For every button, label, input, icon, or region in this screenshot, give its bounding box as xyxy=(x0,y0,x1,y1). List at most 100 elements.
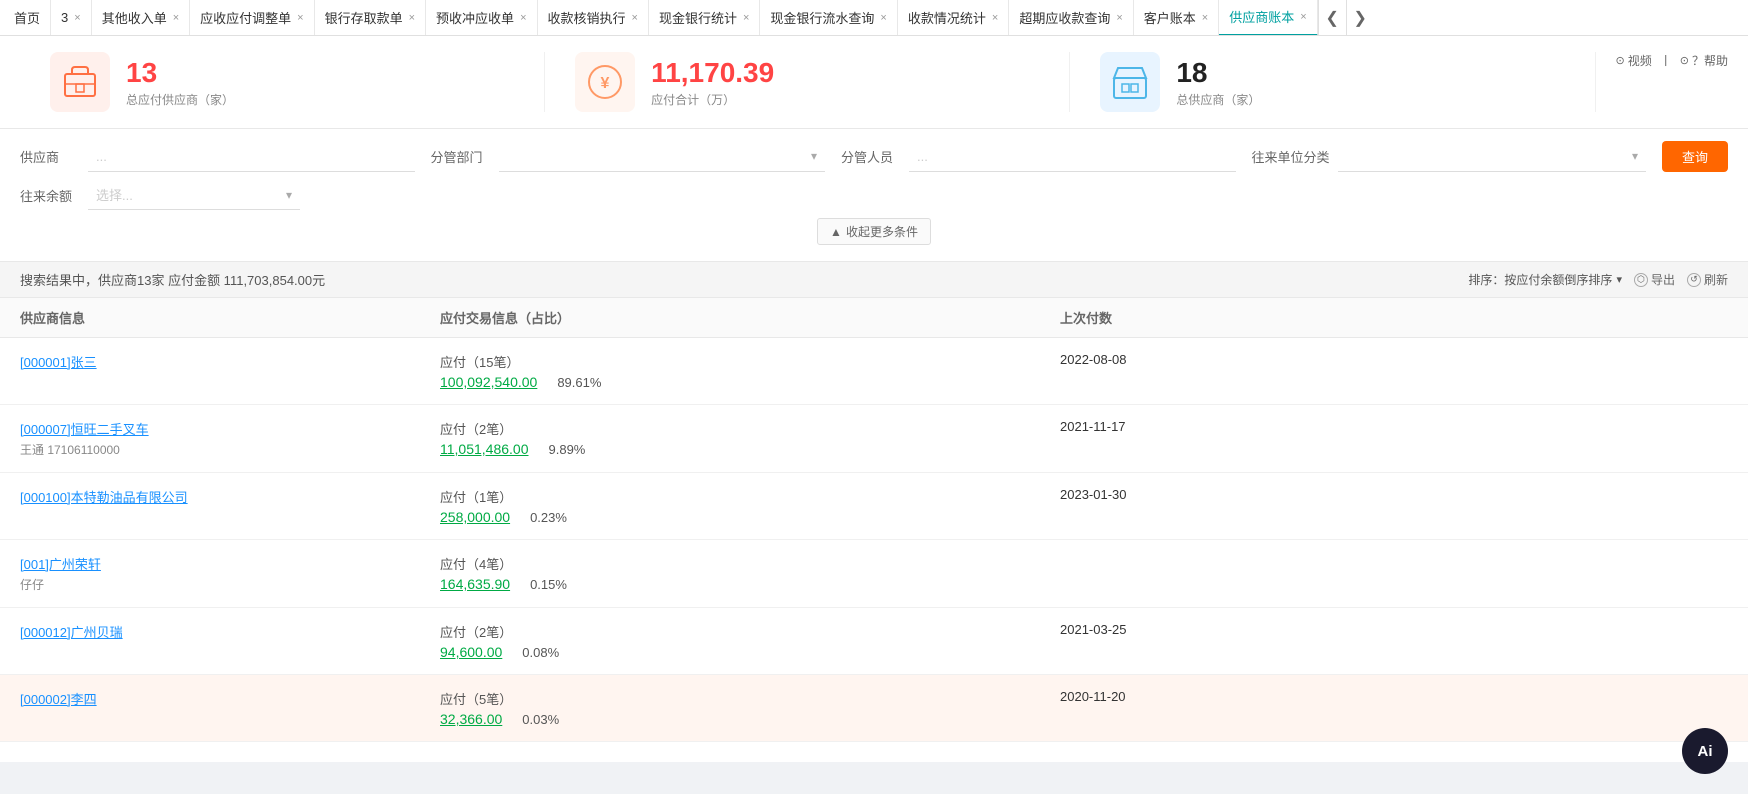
tab-cash-bank-flow[interactable]: 现金银行流水查询 × xyxy=(760,0,897,36)
last-pay-date: 2023-01-30 xyxy=(1060,487,1728,502)
trans-amount[interactable]: 258,000.00 xyxy=(440,509,510,525)
supplier-name-link[interactable]: [000012]广州贝瑞 xyxy=(20,622,440,641)
trans-label: 应付（2笔） xyxy=(440,622,1060,641)
nav-prev-arrow[interactable]: ❮ xyxy=(1318,0,1346,36)
trans-pct: 0.08% xyxy=(522,645,559,660)
top-navigation: 首页 3 × 其他收入单 × 应收应付调整单 × 银行存取款单 × 预收冲应收单… xyxy=(0,0,1748,36)
store-icon xyxy=(1100,52,1160,112)
help-link[interactable]: ⊙ ？帮助 xyxy=(1680,52,1728,69)
transaction-info: 应付（1笔） 258,000.00 0.23% xyxy=(440,487,1060,525)
close-icon[interactable]: × xyxy=(297,12,303,24)
trans-amount[interactable]: 32,366.00 xyxy=(440,711,502,727)
supplier-name-link[interactable]: [001]广州荣轩 xyxy=(20,554,440,573)
tab-other-income[interactable]: 其他收入单 × xyxy=(92,0,190,36)
tab-payment-stats[interactable]: 收款情况统计 × xyxy=(898,0,1009,36)
trans-pct: 0.03% xyxy=(522,712,559,727)
query-button[interactable]: 查询 xyxy=(1662,141,1728,172)
summary-section: 13 总应付供应商（家） ¥ 11,170.39 应付合计（万） 1 xyxy=(0,36,1748,129)
close-icon[interactable]: × xyxy=(1202,12,1208,24)
ai-assistant-button[interactable]: Ai xyxy=(1682,728,1728,774)
table-row[interactable]: [000012]广州贝瑞 应付（2笔） 94,600.00 0.08% 2021… xyxy=(0,608,1748,675)
close-icon[interactable]: × xyxy=(632,12,638,24)
video-link[interactable]: ⊙ 视频 xyxy=(1616,52,1652,69)
trans-label: 应付（2笔） xyxy=(440,419,1060,438)
payable-supplier-count: 13 xyxy=(126,56,234,90)
supplier-contact: 仔仔 xyxy=(20,578,44,592)
dept-filter: 分管部门 ▾ xyxy=(431,142,826,172)
filter-section: 供应商 分管部门 ▾ 分管人员 往来单位分类 ▾ 查询 往来余额 选择 xyxy=(0,129,1748,262)
close-icon[interactable]: × xyxy=(520,12,526,24)
tab-overdue-query[interactable]: 超期应收款查询 × xyxy=(1009,0,1133,36)
refresh-button[interactable]: ↺ 刷新 xyxy=(1687,271,1728,288)
person-filter: 分管人员 xyxy=(841,142,1236,172)
close-icon[interactable]: × xyxy=(173,12,179,24)
tab-3[interactable]: 3 × xyxy=(51,0,92,36)
filter-row-1: 供应商 分管部门 ▾ 分管人员 往来单位分类 ▾ 查询 xyxy=(20,141,1728,172)
supplier-filter-input[interactable] xyxy=(88,142,415,172)
trans-pct: 9.89% xyxy=(549,442,586,457)
last-pay-date: 2021-03-25 xyxy=(1060,622,1728,637)
tab-home[interactable]: 首页 xyxy=(4,0,51,36)
chevron-down-icon: ▾ xyxy=(811,149,817,163)
dept-filter-label: 分管部门 xyxy=(431,147,491,166)
close-icon[interactable]: × xyxy=(743,12,749,24)
supplier-name-link[interactable]: [000007]恒旺二手叉车 xyxy=(20,419,440,438)
close-icon[interactable]: × xyxy=(409,12,415,24)
total-amount-label: 应付合计（万） xyxy=(651,91,774,108)
trans-label: 应付（1笔） xyxy=(440,487,1060,506)
sort-selector[interactable]: 排序：按应付余额倒序排序 ▾ xyxy=(1468,271,1622,288)
trans-label: 应付（4笔） xyxy=(440,554,1060,573)
col-header-transaction: 应付交易信息（占比） xyxy=(440,308,1060,327)
table-row[interactable]: [000001]张三 应付（15笔） 100,092,540.00 89.61%… xyxy=(0,338,1748,405)
summary-card-payable-suppliers: 13 总应付供应商（家） xyxy=(20,52,545,112)
tab-supplier-account[interactable]: 供应商账本 × xyxy=(1219,0,1317,36)
table-row[interactable]: [000007]恒旺二手叉车 王通 17106110000 应付（2笔） 11,… xyxy=(0,405,1748,473)
summary-info-total: 18 总供应商（家） xyxy=(1176,56,1260,109)
supplier-info: [000007]恒旺二手叉车 王通 17106110000 xyxy=(20,419,440,458)
table-row[interactable]: [001]广州荣轩 仔仔 应付（4笔） 164,635.90 0.15% xyxy=(0,540,1748,608)
balance-filter-select[interactable]: 选择... ▾ xyxy=(88,180,300,210)
total-supplier-count: 18 xyxy=(1176,56,1260,90)
supplier-name-link[interactable]: [000100]本特勒油品有限公司 xyxy=(20,487,440,506)
close-icon[interactable]: × xyxy=(74,12,80,24)
table-row[interactable]: [000100]本特勒油品有限公司 应付（1笔） 258,000.00 0.23… xyxy=(0,473,1748,540)
close-icon[interactable]: × xyxy=(1116,12,1122,24)
category-filter-select[interactable]: ▾ xyxy=(1338,142,1646,172)
supplier-info: [001]广州荣轩 仔仔 xyxy=(20,554,440,593)
last-pay-date: 2021-11-17 xyxy=(1060,419,1728,434)
nav-next-arrow[interactable]: ❯ xyxy=(1346,0,1374,36)
close-icon[interactable]: × xyxy=(880,12,886,24)
transaction-info: 应付（15笔） 100,092,540.00 89.61% xyxy=(440,352,1060,390)
collapse-filter-button[interactable]: ▲ 收起更多条件 xyxy=(817,218,931,245)
table-header: 供应商信息 应付交易信息（占比） 上次付数 xyxy=(0,298,1748,338)
table-row[interactable]: [000002]李四 应付（5笔） 32,366.00 0.03% 2020-1… xyxy=(0,675,1748,742)
trans-amount[interactable]: 11,051,486.00 xyxy=(440,441,529,457)
supplier-name-link[interactable]: [000001]张三 xyxy=(20,352,440,371)
close-icon[interactable]: × xyxy=(992,12,998,24)
col-header-lastpay: 上次付数 xyxy=(1060,308,1728,327)
supplier-filter-label: 供应商 xyxy=(20,147,80,166)
tab-receivable-adjustment[interactable]: 应收应付调整单 × xyxy=(190,0,314,36)
tab-customer-account[interactable]: 客户账本 × xyxy=(1134,0,1219,36)
refresh-icon: ↺ xyxy=(1687,273,1701,287)
export-button[interactable]: ⬡ 导出 xyxy=(1634,271,1675,288)
data-table: 供应商信息 应付交易信息（占比） 上次付数 [000001]张三 应付（15笔）… xyxy=(0,298,1748,762)
person-filter-label: 分管人员 xyxy=(841,147,901,166)
tab-bank-deposit[interactable]: 银行存取款单 × xyxy=(315,0,426,36)
tab-payment-verify[interactable]: 收款核销执行 × xyxy=(538,0,649,36)
dept-filter-select[interactable]: ▾ xyxy=(499,142,826,172)
tab-prepayment[interactable]: 预收冲应收单 × xyxy=(426,0,537,36)
close-icon[interactable]: × xyxy=(1300,11,1306,23)
trans-amount[interactable]: 100,092,540.00 xyxy=(440,374,537,390)
supplier-name-link[interactable]: [000002]李四 xyxy=(20,689,440,708)
trans-pct: 89.61% xyxy=(557,375,601,390)
tab-cash-bank-stats[interactable]: 现金银行统计 × xyxy=(649,0,760,36)
trans-amount[interactable]: 94,600.00 xyxy=(440,644,502,660)
supplier-icon xyxy=(50,52,110,112)
filter-row-2: 往来余额 选择... ▾ xyxy=(20,180,1728,210)
trans-label: 应付（5笔） xyxy=(440,689,1060,708)
supplier-filter: 供应商 xyxy=(20,142,415,172)
person-filter-input[interactable] xyxy=(909,142,1236,172)
amount-icon: ¥ xyxy=(575,52,635,112)
trans-amount[interactable]: 164,635.90 xyxy=(440,576,510,592)
